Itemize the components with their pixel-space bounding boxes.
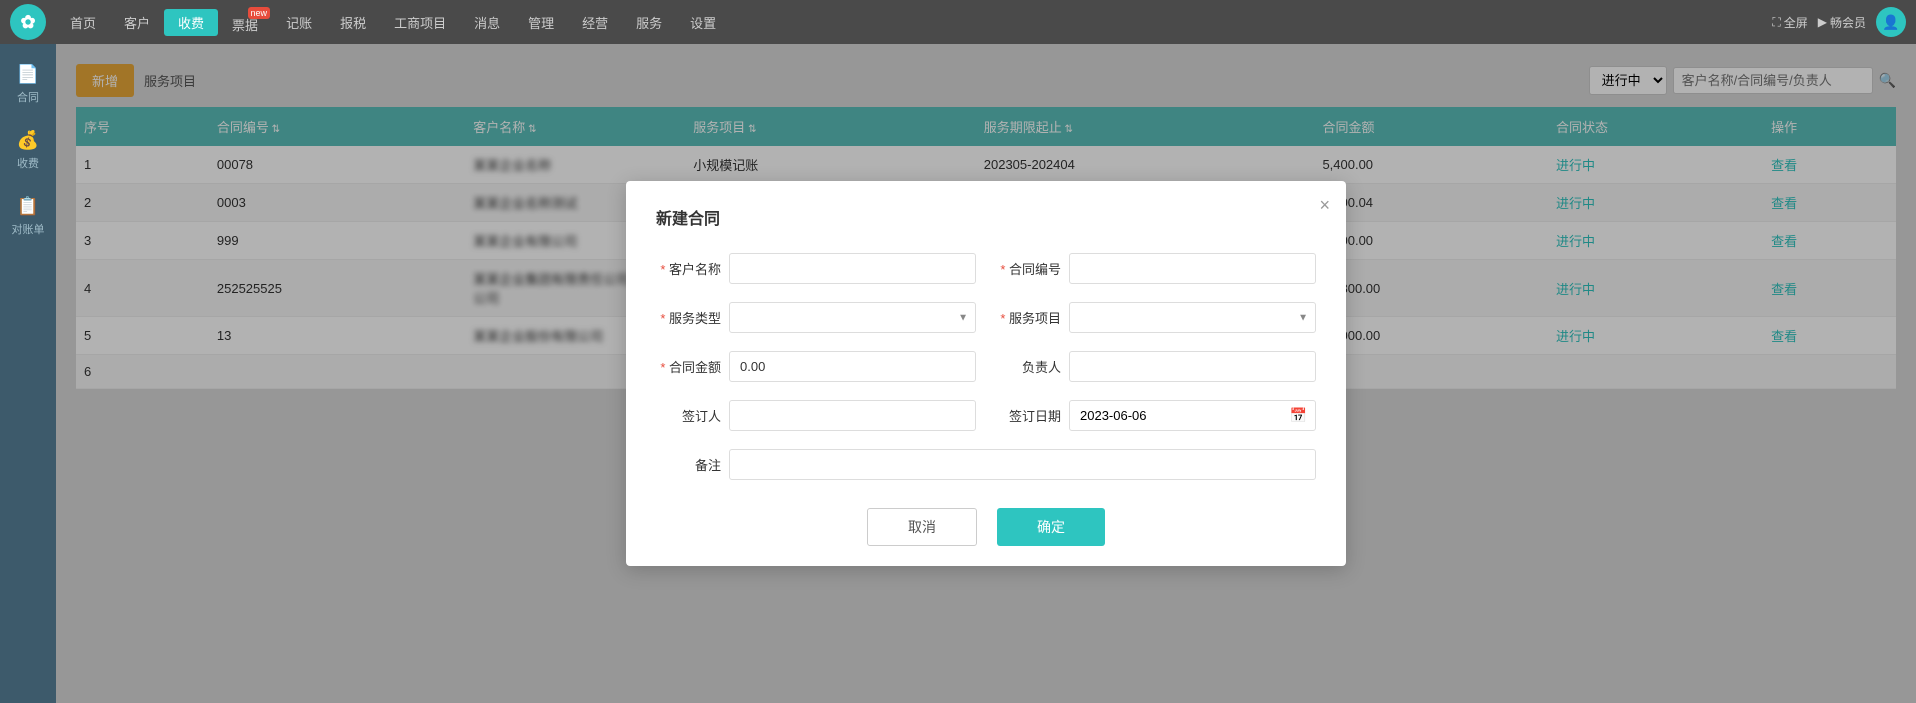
form-row-2: 服务类型 服务项目	[656, 302, 1316, 333]
sign-date-label: 签订日期	[996, 406, 1061, 425]
form-group-service-item: 服务项目	[996, 302, 1316, 333]
vip-label: 畅会员	[1830, 14, 1866, 31]
remarks-input[interactable]	[729, 449, 1316, 480]
amount-input[interactable]	[729, 351, 976, 382]
new-badge: new	[248, 7, 271, 19]
contract-no-label: 合同编号	[996, 259, 1061, 278]
cancel-button[interactable]: 取消	[867, 508, 977, 546]
statement-icon: 📋	[17, 196, 39, 217]
top-nav: ✿ 首页 客户 收费 票据 new 记账 报税 工商项目 消息 管理 经营 服务…	[0, 0, 1916, 44]
form-row-3: 合同金额 负责人	[656, 351, 1316, 382]
form-group-sign-date: 签订日期 📅	[996, 400, 1316, 431]
service-item-select-wrap	[1069, 302, 1316, 333]
modal-close-button[interactable]: ×	[1319, 195, 1330, 216]
service-type-select-wrap	[729, 302, 976, 333]
service-type-select[interactable]	[729, 302, 976, 333]
sidebar-item-fee[interactable]: 💰 收费	[0, 120, 56, 181]
customer-name-input[interactable]	[729, 253, 976, 284]
fullscreen-label: 全屏	[1784, 14, 1808, 31]
nav-settings[interactable]: 设置	[676, 9, 730, 36]
form-row-5: 备注	[656, 449, 1316, 480]
content-area: 新增 服务项目 进行中 已完成 已终止 全部 🔍 序号 合同编号 客户名称	[56, 44, 1916, 703]
contract-no-input[interactable]	[1069, 253, 1316, 284]
nav-right: ⛶ 全屏 ▶ 畅会员 👤	[1772, 7, 1906, 37]
form-group-contract-no: 合同编号	[996, 253, 1316, 284]
vip-icon: ▶	[1818, 15, 1827, 29]
form-group-signer: 签订人	[656, 400, 976, 431]
modal-overlay: × 新建合同 客户名称 合同编号 服务类型	[56, 44, 1916, 703]
nav-operation[interactable]: 经营	[568, 9, 622, 36]
nav-items: 首页 客户 收费 票据 new 记账 报税 工商项目 消息 管理 经营 服务 设…	[56, 7, 1772, 38]
avatar[interactable]: 👤	[1876, 7, 1906, 37]
nav-message[interactable]: 消息	[460, 9, 514, 36]
sign-date-input[interactable]	[1078, 401, 1290, 430]
sidebar: 📄 合同 💰 收费 📋 对账单	[0, 44, 56, 703]
amount-label: 合同金额	[656, 357, 721, 376]
signer-label: 签订人	[656, 406, 721, 425]
confirm-button[interactable]: 确定	[997, 508, 1105, 546]
logo: ✿	[10, 4, 46, 40]
nav-bookkeeping[interactable]: 记账	[272, 9, 326, 36]
nav-manage[interactable]: 管理	[514, 9, 568, 36]
nav-service[interactable]: 服务	[622, 9, 676, 36]
sidebar-fee-label: 收费	[17, 155, 39, 171]
service-item-select[interactable]	[1069, 302, 1316, 333]
nav-bizproject[interactable]: 工商项目	[380, 9, 460, 36]
form-row-1: 客户名称 合同编号	[656, 253, 1316, 284]
service-item-label: 服务项目	[996, 308, 1061, 327]
sidebar-item-contract[interactable]: 📄 合同	[0, 54, 56, 115]
vip-button[interactable]: ▶ 畅会员	[1818, 14, 1866, 31]
fullscreen-icon: ⛶	[1772, 15, 1780, 30]
sidebar-contract-label: 合同	[17, 89, 39, 105]
form-group-remarks: 备注	[656, 449, 1316, 480]
modal-title: 新建合同	[656, 205, 1316, 229]
service-type-label: 服务类型	[656, 308, 721, 327]
nav-fee[interactable]: 收费	[164, 9, 218, 36]
nav-home[interactable]: 首页	[56, 9, 110, 36]
responsible-label: 负责人	[996, 357, 1061, 376]
nav-customer[interactable]: 客户	[110, 9, 164, 36]
fullscreen-button[interactable]: ⛶ 全屏	[1772, 14, 1807, 31]
modal-new-contract: × 新建合同 客户名称 合同编号 服务类型	[626, 181, 1346, 566]
remarks-label: 备注	[656, 455, 721, 474]
main-layout: 📄 合同 💰 收费 📋 对账单 新增 服务项目 进行中 已完成 已终止 全部	[0, 44, 1916, 703]
responsible-input[interactable]	[1069, 351, 1316, 382]
sidebar-item-statement[interactable]: 📋 对账单	[0, 186, 56, 247]
logo-icon: ✿	[20, 12, 35, 33]
form-group-customer-name: 客户名称	[656, 253, 976, 284]
fee-icon: 💰	[17, 130, 39, 151]
form-group-amount: 合同金额	[656, 351, 976, 382]
signer-input[interactable]	[729, 400, 976, 431]
nav-tax[interactable]: 报税	[326, 9, 380, 36]
form-row-4: 签订人 签订日期 📅	[656, 400, 1316, 431]
contract-icon: 📄	[17, 64, 39, 85]
sidebar-statement-label: 对账单	[12, 221, 45, 237]
calendar-icon[interactable]: 📅	[1290, 407, 1307, 424]
customer-name-label: 客户名称	[656, 259, 721, 278]
form-group-responsible: 负责人	[996, 351, 1316, 382]
modal-footer: 取消 确定	[656, 508, 1316, 546]
nav-ticket[interactable]: 票据 new	[218, 7, 272, 38]
sign-date-input-wrap: 📅	[1069, 400, 1316, 431]
form-group-service-type: 服务类型	[656, 302, 976, 333]
